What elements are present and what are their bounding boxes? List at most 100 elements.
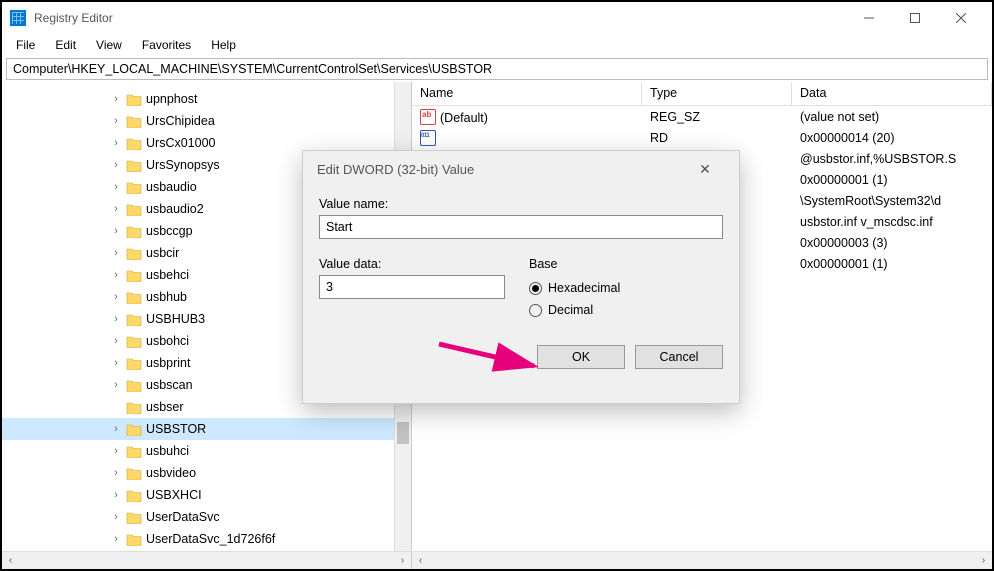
value-name-label: Value name: [319, 197, 723, 211]
address-bar[interactable]: Computer\HKEY_LOCAL_MACHINE\SYSTEM\Curre… [6, 58, 988, 80]
value-name-input[interactable] [319, 215, 723, 239]
expand-icon[interactable]: › [110, 445, 122, 457]
expand-icon[interactable]: › [110, 379, 122, 391]
value-data: \SystemRoot\System32\d [792, 194, 992, 208]
value-data: 0x00000001 (1) [792, 257, 992, 271]
expand-icon[interactable]: › [110, 313, 122, 325]
menu-help[interactable]: Help [203, 36, 244, 54]
radio-dec-label: Decimal [548, 303, 593, 317]
expand-icon[interactable]: › [110, 489, 122, 501]
dialog-title: Edit DWORD (32-bit) Value [317, 162, 474, 177]
list-row[interactable]: (Default) REG_SZ(value not set) [412, 106, 992, 127]
expand-icon[interactable]: › [110, 225, 122, 237]
expand-icon[interactable]: › [110, 93, 122, 105]
scroll-left-icon[interactable]: ‹ [412, 552, 429, 569]
expand-icon[interactable]: › [110, 203, 122, 215]
dialog-titlebar[interactable]: Edit DWORD (32-bit) Value ✕ [303, 151, 739, 187]
expand-icon[interactable]: › [110, 269, 122, 281]
value-data: 0x00000014 (20) [792, 131, 992, 145]
tree-hscroll[interactable]: ‹ › [2, 551, 412, 569]
list-hscroll[interactable]: ‹ › [412, 551, 992, 569]
folder-icon [126, 225, 142, 238]
folder-icon [126, 115, 142, 128]
radio-hex-label: Hexadecimal [548, 281, 620, 295]
radio-icon [529, 304, 542, 317]
col-name[interactable]: Name [412, 82, 642, 105]
expand-icon[interactable]: › [110, 291, 122, 303]
value-data-label: Value data: [319, 257, 505, 271]
binary-value-icon [420, 130, 436, 146]
tree-item-label: usbcir [146, 246, 179, 260]
value-data-input[interactable] [319, 275, 505, 299]
tree-item-userdatasvc_1d726f6f[interactable]: › UserDataSvc_1d726f6f [2, 528, 411, 550]
radio-hexadecimal[interactable]: Hexadecimal [529, 277, 723, 299]
folder-icon [126, 401, 142, 414]
expand-icon[interactable]: › [110, 115, 122, 127]
tree-item-label: usbscan [146, 378, 193, 392]
minimize-button[interactable] [846, 2, 892, 34]
tree-item-upnphost[interactable]: ›upnphost [2, 88, 411, 110]
tree-item-label: USBHUB3 [146, 312, 205, 326]
expand-icon[interactable]: › [110, 423, 122, 435]
tree-scroll-thumb[interactable] [397, 422, 409, 444]
tree-item-label: UserDataSvc [146, 510, 220, 524]
tree-item-label: usbhub [146, 290, 187, 304]
expand-icon[interactable]: › [110, 335, 122, 347]
menu-favorites[interactable]: Favorites [134, 36, 199, 54]
window-title: Registry Editor [34, 11, 846, 25]
tree-item-urschipidea[interactable]: ›UrsChipidea [2, 110, 411, 132]
folder-icon [126, 291, 142, 304]
scroll-left-icon[interactable]: ‹ [2, 552, 19, 569]
folder-icon [126, 137, 142, 150]
value-type: REG_SZ [642, 110, 792, 124]
maximize-button[interactable] [892, 2, 938, 34]
value-data: (value not set) [792, 110, 992, 124]
expand-icon[interactable]: › [110, 467, 122, 479]
tree-item-label: usbuhci [146, 444, 189, 458]
col-data[interactable]: Data [792, 82, 992, 105]
menu-edit[interactable]: Edit [47, 36, 84, 54]
col-type[interactable]: Type [642, 82, 792, 105]
base-label: Base [529, 257, 723, 271]
folder-icon [126, 247, 142, 260]
radio-icon [529, 282, 542, 295]
tree-item-usbstor[interactable]: ›USBSTOR [2, 418, 411, 440]
expand-icon[interactable]: › [110, 533, 122, 545]
folder-icon [126, 423, 142, 436]
radio-decimal[interactable]: Decimal [529, 299, 723, 321]
expand-icon[interactable]: › [110, 159, 122, 171]
expand-icon[interactable]: › [110, 511, 122, 523]
scroll-right-icon[interactable]: › [394, 552, 411, 569]
folder-icon [126, 533, 142, 546]
tree-item-label: usbprint [146, 356, 190, 370]
tree-item-label: UrsCx01000 [146, 136, 215, 150]
tree-item-label: usbser [146, 400, 184, 414]
menu-view[interactable]: View [88, 36, 130, 54]
tree-item-usbxhci[interactable]: › USBXHCI [2, 484, 411, 506]
list-row[interactable]: RD0x00000014 (20) [412, 127, 992, 148]
folder-icon [126, 93, 142, 106]
dialog-close-icon[interactable]: ✕ [685, 161, 725, 178]
expand-icon[interactable]: › [110, 137, 122, 149]
expand-icon[interactable]: › [110, 247, 122, 259]
close-button[interactable] [938, 2, 984, 34]
tree-item-label: usbccgp [146, 224, 193, 238]
ok-button[interactable]: OK [537, 345, 625, 369]
tree-item-usbuhci[interactable]: › usbuhci [2, 440, 411, 462]
value-type: RD [642, 131, 792, 145]
value-data: @usbstor.inf,%USBSTOR.S [792, 152, 992, 166]
tree-item-label: USBXHCI [146, 488, 202, 502]
tree-item-usbvideo[interactable]: ›usbvideo [2, 462, 411, 484]
expand-icon[interactable]: › [110, 357, 122, 369]
expand-icon[interactable]: › [110, 181, 122, 193]
tree-item-userdatasvc[interactable]: › UserDataSvc [2, 506, 411, 528]
folder-icon [126, 159, 142, 172]
app-icon [10, 10, 26, 26]
value-name: (Default) [440, 111, 488, 125]
menu-file[interactable]: File [8, 36, 43, 54]
cancel-button[interactable]: Cancel [635, 345, 723, 369]
tree-item-label: UserDataSvc_1d726f6f [146, 532, 275, 546]
folder-icon [126, 357, 142, 370]
scroll-right-icon[interactable]: › [975, 552, 992, 569]
folder-icon [126, 489, 142, 502]
